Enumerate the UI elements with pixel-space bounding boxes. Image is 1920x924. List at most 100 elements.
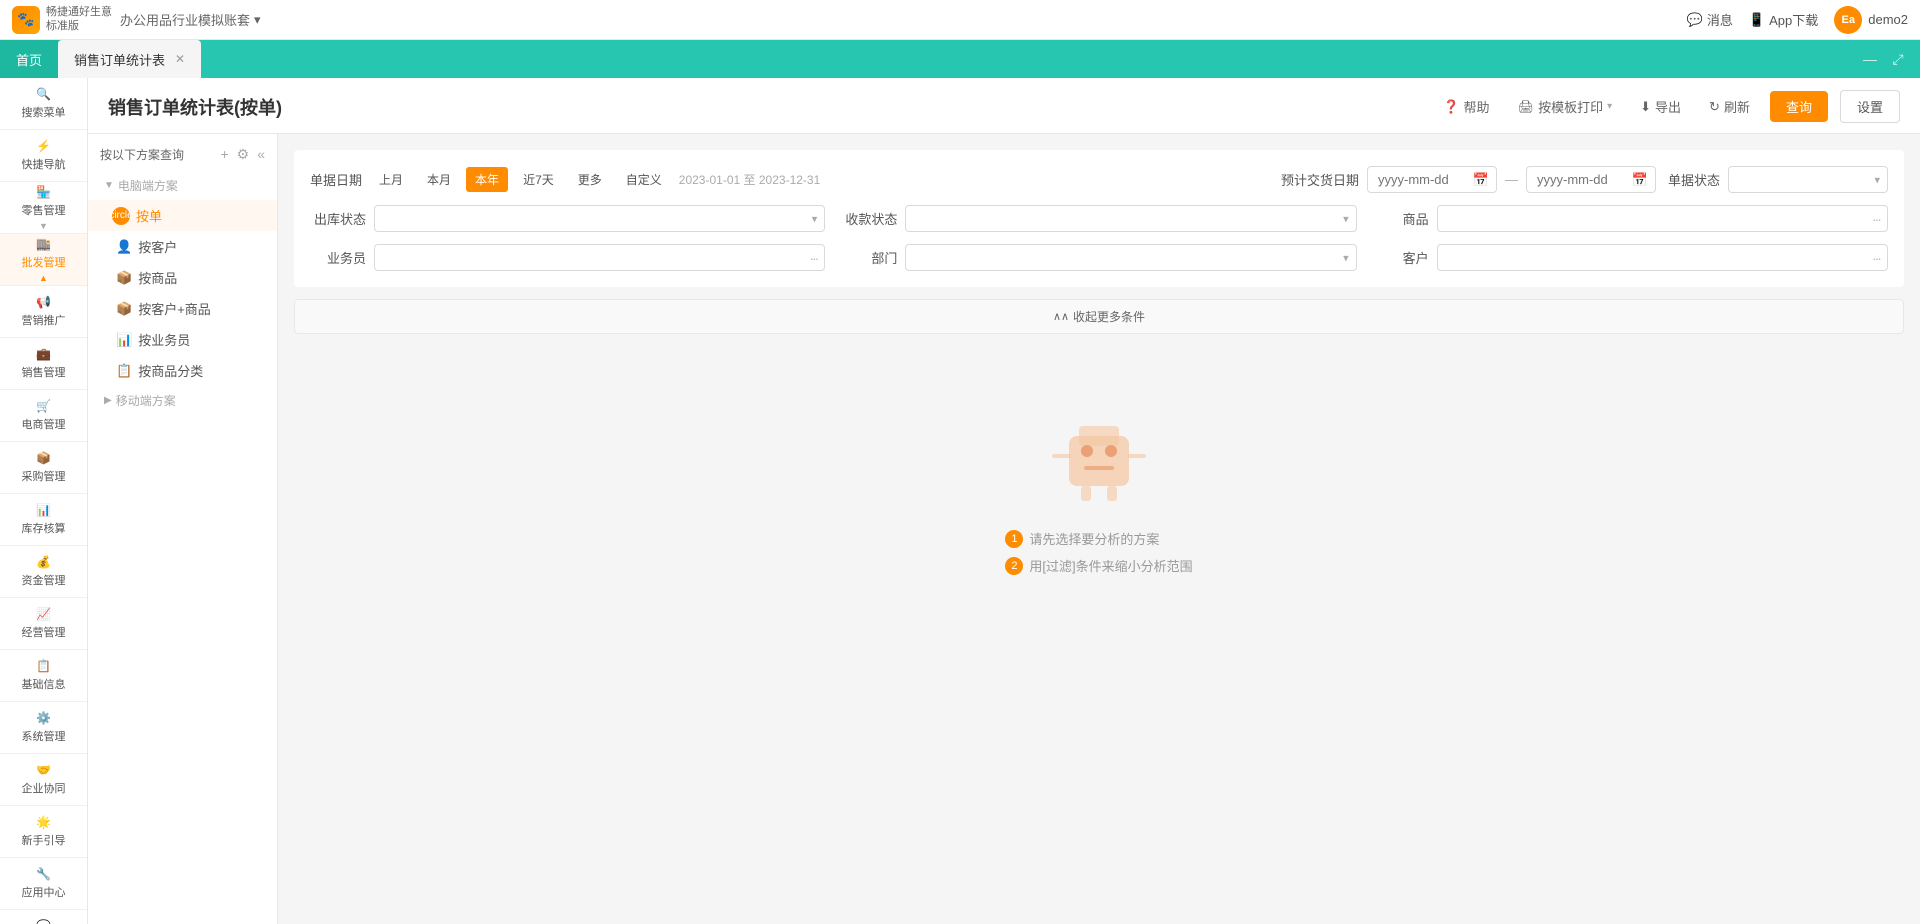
message-button[interactable]: 💬 消息 bbox=[1687, 10, 1733, 29]
scheme-by-salesperson[interactable]: 📊 按业务员 bbox=[88, 324, 277, 355]
sidebar-item-appstore[interactable]: 🔧 应用中心 bbox=[0, 858, 87, 910]
sidebar-item-marketing[interactable]: 📢 营销推广 bbox=[0, 286, 87, 338]
tab-close-icon[interactable]: ✕ bbox=[175, 52, 185, 66]
help-button[interactable]: ❓ 帮助 bbox=[1435, 93, 1497, 120]
dept-select[interactable] bbox=[905, 244, 1356, 271]
sidebar-item-system[interactable]: ⚙️ 系统管理 bbox=[0, 702, 87, 754]
sidebar-search[interactable]: 🔍 搜索菜单 bbox=[0, 78, 87, 130]
mobile-schemes-header[interactable]: ▶ 移动端方案 bbox=[88, 386, 277, 415]
this-year-btn[interactable]: 本年 bbox=[466, 167, 508, 192]
tip-2-text: 用[过滤]条件来缩小分析范围 bbox=[1029, 556, 1192, 575]
wechat-icon: 💬 bbox=[36, 919, 51, 924]
sidebar-item-wholesale[interactable]: 🏬 批发管理 ▲ bbox=[0, 234, 87, 286]
operations-icon: 📈 bbox=[36, 607, 51, 621]
scheme-by-order[interactable]: circle 按单 bbox=[88, 200, 277, 231]
refresh-button[interactable]: ↻ 刷新 bbox=[1701, 93, 1758, 120]
ecommerce-icon: 🛒 bbox=[36, 399, 51, 413]
ship-status-select[interactable] bbox=[374, 205, 825, 232]
left-panel-header: 按以下方案查询 + ⚙ « bbox=[88, 146, 277, 171]
sidebar-quicknav[interactable]: ⚡ 快捷导航 bbox=[0, 130, 87, 182]
sidebar-item-purchase[interactable]: 📦 采购管理 bbox=[0, 442, 87, 494]
maximize-button[interactable]: ⤢ bbox=[1888, 49, 1908, 69]
payment-status-select[interactable] bbox=[905, 205, 1356, 232]
goods-filter: 商品 ··· bbox=[1373, 205, 1888, 232]
salesperson-label: 业务员 bbox=[310, 248, 366, 267]
sidebar-item-ecommerce[interactable]: 🛒 电商管理 bbox=[0, 390, 87, 442]
by-category-icon: 📋 bbox=[116, 363, 132, 379]
sidebar-item-corp[interactable]: 🤝 企业协同 bbox=[0, 754, 87, 806]
sales-icon: 💼 bbox=[36, 347, 51, 361]
sidebar-item-basic[interactable]: 📋 基础信息 bbox=[0, 650, 87, 702]
left-panel: 按以下方案查询 + ⚙ « ▼ 电脑端方案 circle 按单 bbox=[88, 134, 278, 924]
last-month-btn[interactable]: 上月 bbox=[370, 167, 412, 192]
quicknav-icon: ⚡ bbox=[36, 139, 51, 153]
app-download-button[interactable]: 📱 App下载 bbox=[1749, 10, 1818, 29]
download-icon: 📱 bbox=[1749, 12, 1765, 28]
appstore-icon: 🔧 bbox=[36, 867, 51, 881]
scheme-settings-icon[interactable]: ⚙ bbox=[237, 146, 250, 163]
user-menu[interactable]: Ea demo2 bbox=[1834, 6, 1908, 34]
date-range-display: 2023-01-01 至 2023-12-31 bbox=[679, 171, 820, 188]
sales-stats-tab-label: 销售订单统计表 bbox=[74, 50, 165, 69]
tab-home[interactable]: 首页 bbox=[0, 40, 58, 78]
tab-sales-stats[interactable]: 销售订单统计表 ✕ bbox=[58, 40, 201, 78]
content-area: 销售订单统计表(按单) ❓ 帮助 🖨 按模板打印 ▾ ⬇ 导出 ↻ 刷新 bbox=[88, 78, 1920, 924]
by-salesperson-icon: 📊 bbox=[116, 332, 132, 348]
header-left: 🐾 畅捷通好生意 标准版 办公用品行业模拟账套 ▾ bbox=[12, 6, 261, 34]
sidebar-item-retail[interactable]: 🏪 零售管理 ▼ bbox=[0, 182, 87, 234]
retail-arrow: ▼ bbox=[39, 221, 48, 231]
minimize-button[interactable]: — bbox=[1860, 49, 1880, 69]
goods-input[interactable] bbox=[1437, 205, 1888, 232]
this-month-btn[interactable]: 本月 bbox=[418, 167, 460, 192]
salesperson-input[interactable] bbox=[374, 244, 825, 271]
doc-status-filter: 单据状态 ▾ bbox=[1668, 166, 1888, 193]
mobile-expand-icon: ▶ bbox=[104, 395, 112, 406]
collapse-panel-icon[interactable]: « bbox=[257, 146, 265, 163]
settings-button[interactable]: 设置 bbox=[1840, 90, 1900, 123]
scheme-by-category[interactable]: 📋 按商品分类 bbox=[88, 355, 277, 386]
scheme-by-goods[interactable]: 📦 按商品 bbox=[88, 262, 277, 293]
collapse-bar[interactable]: ∧∧ 收起更多条件 bbox=[294, 299, 1904, 334]
goods-label: 商品 bbox=[1373, 209, 1429, 228]
purchase-icon: 📦 bbox=[36, 451, 51, 465]
last-7-days-btn[interactable]: 近7天 bbox=[514, 167, 563, 192]
template-print-button[interactable]: 🖨 按模板打印 ▾ bbox=[1510, 93, 1621, 120]
page-title-bar: 销售订单统计表(按单) ❓ 帮助 🖨 按模板打印 ▾ ⬇ 导出 ↻ 刷新 bbox=[88, 78, 1920, 134]
expand-arrow-icon: ▼ bbox=[104, 180, 114, 191]
by-customer-label: 按客户 bbox=[138, 237, 177, 256]
app-name: 畅捷通好生意 标准版 bbox=[46, 6, 112, 32]
doc-status-select[interactable] bbox=[1728, 166, 1888, 193]
scheme-by-cust-goods[interactable]: 📦 按客户+商品 bbox=[88, 293, 277, 324]
sidebar-item-wechat[interactable]: 💬 企业微信 bbox=[0, 910, 87, 924]
empty-tip-2: 2 用[过滤]条件来缩小分析范围 bbox=[1005, 556, 1192, 575]
custom-btn[interactable]: 自定义 bbox=[617, 167, 671, 192]
sidebar-item-inventory[interactable]: 📊 库存核算 bbox=[0, 494, 87, 546]
sidebar-item-finance[interactable]: 💰 资金管理 bbox=[0, 546, 87, 598]
pc-schemes-header[interactable]: ▼ 电脑端方案 bbox=[88, 171, 277, 200]
expected-date-label: 预计交货日期 bbox=[1281, 170, 1359, 189]
collapse-label: 收起更多条件 bbox=[1073, 308, 1145, 325]
expected-date-start-input[interactable] bbox=[1367, 166, 1497, 193]
add-scheme-icon[interactable]: + bbox=[220, 146, 228, 163]
sidebar-item-newbie[interactable]: 🌟 新手引导 bbox=[0, 806, 87, 858]
scheme-by-customer[interactable]: 👤 按客户 bbox=[88, 231, 277, 262]
tip-1-text: 请先选择要分析的方案 bbox=[1029, 529, 1159, 548]
dept-label: 部门 bbox=[841, 248, 897, 267]
help-icon: ❓ bbox=[1443, 99, 1459, 115]
payment-status-filter: 收款状态 ▾ bbox=[841, 205, 1356, 232]
payment-status-label: 收款状态 bbox=[841, 209, 897, 228]
inventory-icon: 📊 bbox=[36, 503, 51, 517]
sidebar-item-operations[interactable]: 📈 经营管理 bbox=[0, 598, 87, 650]
search-button[interactable]: 查询 bbox=[1770, 91, 1828, 122]
date-quick-select: 上月 本月 本年 近7天 更多 自定义 bbox=[370, 167, 671, 192]
dept-filter: 部门 ▾ bbox=[841, 244, 1356, 271]
more-btn[interactable]: 更多 bbox=[569, 167, 611, 192]
sidebar-item-sales[interactable]: 💼 销售管理 bbox=[0, 338, 87, 390]
tip-2-num: 2 bbox=[1005, 557, 1023, 575]
customer-input[interactable] bbox=[1437, 244, 1888, 271]
expected-date-end-wrap: 📅 bbox=[1526, 166, 1656, 193]
by-cust-goods-icon: 📦 bbox=[116, 301, 132, 317]
expected-date-end-input[interactable] bbox=[1526, 166, 1656, 193]
ship-status-label: 出库状态 bbox=[310, 209, 366, 228]
export-button[interactable]: ⬇ 导出 bbox=[1632, 93, 1689, 120]
